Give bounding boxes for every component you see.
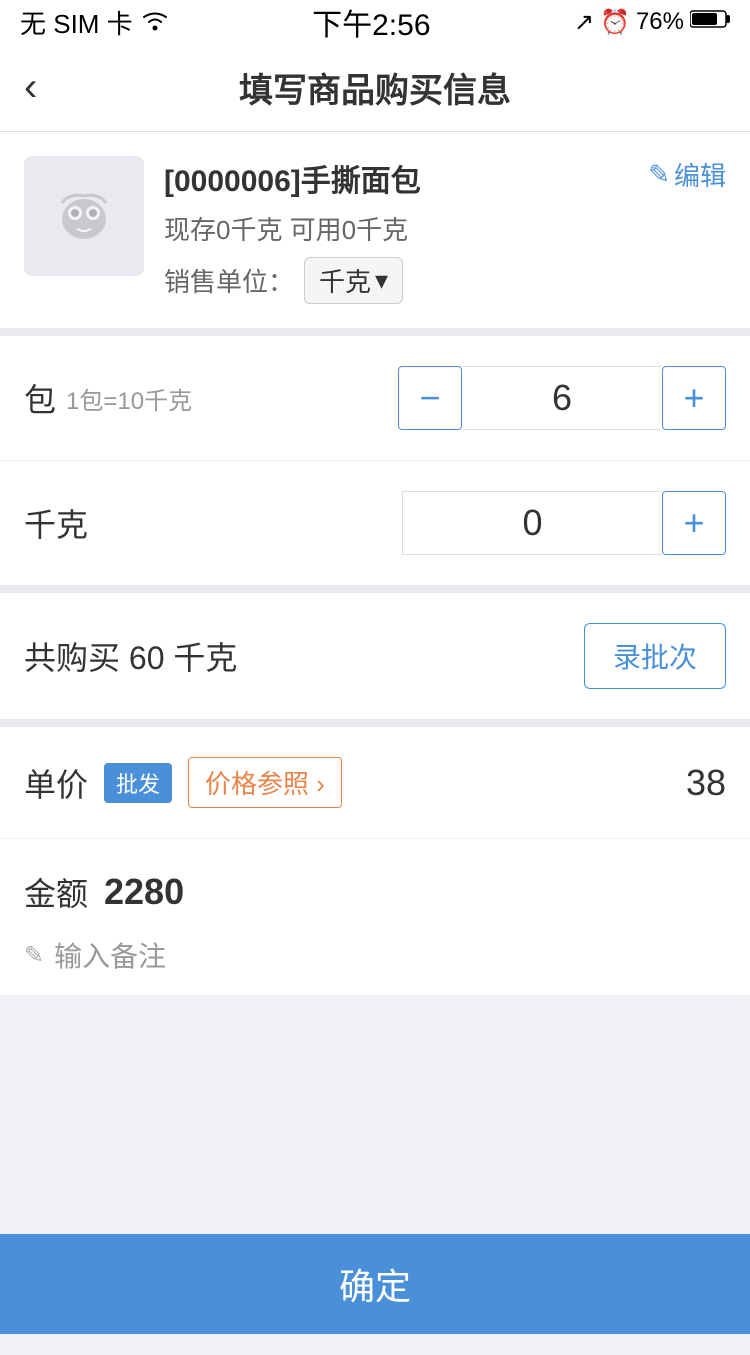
product-card-right: ✎ 编辑	[648, 156, 726, 193]
price-ref-button[interactable]: 价格参照 ›	[188, 757, 342, 808]
confirm-label: 确定	[339, 1258, 411, 1310]
status-left: 无 SIM 卡	[20, 4, 169, 41]
price-ref-label: 价格参照 ›	[205, 764, 325, 801]
amount-row: 金额 2280	[24, 869, 726, 915]
nav-bar: ‹ 填写商品购买信息	[0, 44, 750, 132]
edit-icon: ✎	[648, 159, 670, 190]
dropdown-arrow-icon: ▾	[375, 265, 388, 296]
price-tag: 批发	[104, 763, 172, 803]
pack-quantity-control: − +	[398, 366, 726, 430]
edit-button[interactable]: ✎ 编辑	[648, 156, 726, 193]
back-button[interactable]: ‹	[24, 65, 37, 110]
location-icon: ↗	[574, 8, 594, 37]
unit-label: 销售单位：	[164, 262, 294, 299]
kg-quantity-control: +	[402, 491, 726, 555]
kg-quantity-input[interactable]	[402, 491, 662, 555]
pack-section: 包 1包=10千克 − +	[0, 336, 750, 461]
status-right: ↗ ⏰ 76%	[574, 8, 730, 37]
pack-hint: 1包=10千克	[66, 381, 192, 416]
amount-section: 金额 2280 ✎ 输入备注	[0, 839, 750, 995]
confirm-button[interactable]: 确定	[0, 1234, 750, 1334]
kg-text: 千克	[24, 500, 88, 546]
unit-value: 千克	[319, 262, 371, 299]
note-row[interactable]: ✎ 输入备注	[24, 935, 726, 975]
amount-value: 2280	[104, 871, 184, 913]
summary-row: 共购买 60 千克 录批次	[0, 593, 750, 727]
sim-status: 无 SIM 卡	[20, 4, 133, 41]
price-section: 单价 批发 价格参照 › 38	[0, 727, 750, 839]
pack-plus-button[interactable]: +	[662, 366, 726, 430]
alarm-icon: ⏰	[600, 8, 630, 37]
product-card: [0000006]手撕面包 现存0千克 可用0千克 销售单位： 千克 ▾ ✎ 编…	[0, 132, 750, 336]
product-name: [0000006]手撕面包	[164, 156, 628, 200]
battery-icon	[690, 8, 730, 36]
product-stock: 现存0千克 可用0千克	[164, 210, 628, 247]
unit-dropdown[interactable]: 千克 ▾	[304, 257, 403, 304]
price-label: 单价	[24, 760, 88, 806]
wifi-icon	[141, 7, 169, 38]
kg-label: 千克	[24, 500, 88, 546]
kg-section: 千克 +	[0, 461, 750, 593]
product-info: [0000006]手撕面包 现存0千克 可用0千克 销售单位： 千克 ▾	[164, 156, 628, 304]
product-image	[24, 156, 144, 276]
pack-minus-button[interactable]: −	[398, 366, 462, 430]
batch-button[interactable]: 录批次	[584, 623, 726, 689]
pack-text: 包	[24, 375, 56, 421]
page-title: 填写商品购买信息	[239, 63, 511, 112]
product-unit-row: 销售单位： 千克 ▾	[164, 257, 628, 304]
summary-text: 共购买 60 千克	[24, 633, 237, 679]
edit-label: 编辑	[674, 156, 726, 193]
pack-quantity-input[interactable]	[462, 366, 662, 430]
battery-text: 76%	[636, 8, 684, 36]
note-placeholder: 输入备注	[54, 935, 166, 975]
note-icon: ✎	[24, 941, 44, 970]
price-value: 38	[686, 762, 726, 804]
kg-plus-button[interactable]: +	[662, 491, 726, 555]
amount-label: 金额	[24, 869, 88, 915]
status-bar: 无 SIM 卡 下午2:56 ↗ ⏰ 76%	[0, 0, 750, 44]
pack-label: 包 1包=10千克	[24, 375, 192, 421]
status-time: 下午2:56	[312, 0, 430, 44]
